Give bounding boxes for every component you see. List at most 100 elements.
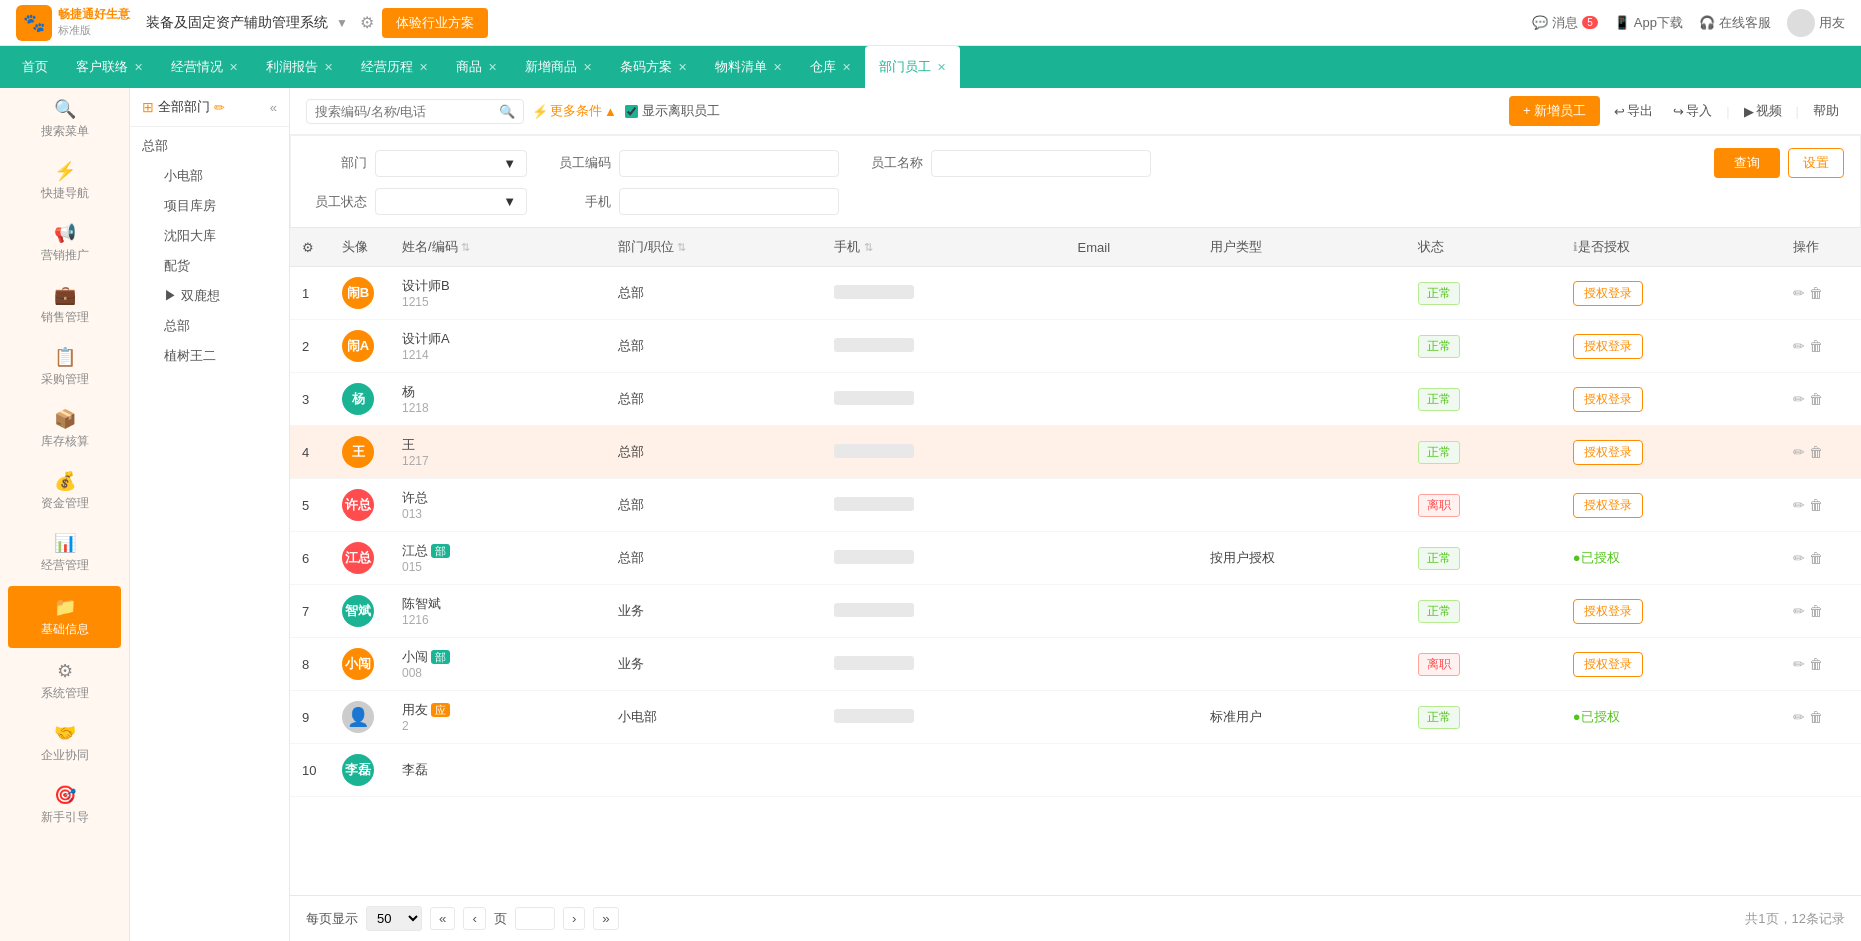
delete-button[interactable]: 🗑 xyxy=(1809,656,1823,672)
import-button[interactable]: ↪ 导入 xyxy=(1667,98,1718,124)
dept-edit-icon[interactable]: ✏ xyxy=(214,100,225,115)
close-tab-icon[interactable]: ✕ xyxy=(229,61,238,74)
query-button[interactable]: 查询 xyxy=(1714,148,1780,178)
sidebar-item-新手引导[interactable]: 🎯新手引导 xyxy=(0,774,129,836)
dept-tree-node[interactable]: 沈阳大库 xyxy=(130,221,289,251)
close-tab-icon[interactable]: ✕ xyxy=(488,61,497,74)
first-page-button[interactable]: « xyxy=(430,907,455,930)
more-filters-button[interactable]: ⚡ 更多条件 ▲ xyxy=(532,102,617,120)
dept-tree-node[interactable]: 项目库房 xyxy=(130,191,289,221)
delete-button[interactable]: 🗑 xyxy=(1809,285,1823,301)
close-tab-icon[interactable]: ✕ xyxy=(842,61,851,74)
view-button[interactable]: ▶ 视频 xyxy=(1738,98,1788,124)
nav-tab[interactable]: 商品✕ xyxy=(442,46,511,88)
sidebar-item-快捷导航[interactable]: ⚡快捷导航 xyxy=(0,150,129,212)
dept-tree-node[interactable]: 总部 xyxy=(130,311,289,341)
dept-tree-node[interactable]: ▶ 双鹿想 xyxy=(130,281,289,311)
close-tab-icon[interactable]: ✕ xyxy=(419,61,428,74)
close-tab-icon[interactable]: ✕ xyxy=(937,61,946,74)
next-page-button[interactable]: › xyxy=(563,907,585,930)
show-resigned-checkbox[interactable] xyxy=(625,105,638,118)
auth-login-button[interactable]: 授权登录 xyxy=(1573,334,1643,359)
nav-tab[interactable]: 仓库✕ xyxy=(796,46,865,88)
delete-button[interactable]: 🗑 xyxy=(1809,603,1823,619)
app-download-button[interactable]: 📱 App下载 xyxy=(1614,14,1683,32)
dept-tree-node[interactable]: 植树王二 xyxy=(130,341,289,371)
last-page-button[interactable]: » xyxy=(593,907,618,930)
sidebar-item-经营管理[interactable]: 📊经营管理 xyxy=(0,522,129,584)
system-dropdown-arrow[interactable]: ▼ xyxy=(336,16,348,30)
search-input[interactable] xyxy=(315,104,495,119)
emp-name-input[interactable] xyxy=(931,150,1151,177)
close-tab-icon[interactable]: ✕ xyxy=(324,61,333,74)
phone-input[interactable] xyxy=(619,188,839,215)
edit-button[interactable]: ✏ xyxy=(1793,338,1805,354)
edit-button[interactable]: ✏ xyxy=(1793,497,1805,513)
user-button[interactable]: 用友 xyxy=(1787,9,1845,37)
nav-tab[interactable]: 经营情况✕ xyxy=(157,46,252,88)
sidebar-item-基础信息[interactable]: 📁基础信息 xyxy=(8,586,121,648)
auth-login-button[interactable]: 授权登录 xyxy=(1573,493,1643,518)
gear-icon[interactable]: ⚙ xyxy=(360,13,374,32)
close-tab-icon[interactable]: ✕ xyxy=(773,61,782,74)
nav-tab[interactable]: 部门员工✕ xyxy=(865,46,960,88)
edit-button[interactable]: ✏ xyxy=(1793,656,1805,672)
delete-button[interactable]: 🗑 xyxy=(1809,709,1823,725)
auth-login-button[interactable]: 授权登录 xyxy=(1573,599,1643,624)
delete-button[interactable]: 🗑 xyxy=(1809,550,1823,566)
online-service-button[interactable]: 🎧 在线客服 xyxy=(1699,14,1771,32)
sidebar-item-资金管理[interactable]: 💰资金管理 xyxy=(0,460,129,522)
nav-tab[interactable]: 物料清单✕ xyxy=(701,46,796,88)
dept-tree-node[interactable]: 小电部 xyxy=(130,161,289,191)
sidebar-item-库存核算[interactable]: 📦库存核算 xyxy=(0,398,129,460)
trial-button[interactable]: 体验行业方案 xyxy=(382,8,488,38)
sidebar-item-营销推广[interactable]: 📢营销推广 xyxy=(0,212,129,274)
add-employee-button[interactable]: + 新增员工 xyxy=(1509,96,1600,126)
emp-status-select[interactable]: ▼ xyxy=(375,188,527,215)
col-phone[interactable]: 手机 ⇅ xyxy=(822,228,1066,267)
auth-login-button[interactable]: 授权登录 xyxy=(1573,281,1643,306)
edit-button[interactable]: ✏ xyxy=(1793,709,1805,725)
col-settings[interactable]: ⚙ xyxy=(290,228,330,267)
delete-button[interactable]: 🗑 xyxy=(1809,444,1823,460)
close-tab-icon[interactable]: ✕ xyxy=(134,61,143,74)
nav-tab[interactable]: 新增商品✕ xyxy=(511,46,606,88)
prev-page-button[interactable]: ‹ xyxy=(463,907,485,930)
page-size-select[interactable]: 50 100 xyxy=(366,906,422,931)
close-tab-icon[interactable]: ✕ xyxy=(678,61,687,74)
sidebar-item-采购管理[interactable]: 📋采购管理 xyxy=(0,336,129,398)
sidebar-item-搜索菜单[interactable]: 🔍搜索菜单 xyxy=(0,88,129,150)
col-name[interactable]: 姓名/编码 ⇅ xyxy=(390,228,606,267)
edit-button[interactable]: ✏ xyxy=(1793,603,1805,619)
close-tab-icon[interactable]: ✕ xyxy=(583,61,592,74)
auth-login-button[interactable]: 授权登录 xyxy=(1573,440,1643,465)
edit-button[interactable]: ✏ xyxy=(1793,444,1805,460)
edit-button[interactable]: ✏ xyxy=(1793,285,1805,301)
edit-button[interactable]: ✏ xyxy=(1793,391,1805,407)
delete-button[interactable]: 🗑 xyxy=(1809,497,1823,513)
nav-tab[interactable]: 客户联络✕ xyxy=(62,46,157,88)
auth-login-button[interactable]: 授权登录 xyxy=(1573,652,1643,677)
sidebar-item-企业协同[interactable]: 🤝企业协同 xyxy=(0,712,129,774)
dept-collapse-button[interactable]: « xyxy=(270,100,277,115)
export-button[interactable]: ↩ 导出 xyxy=(1608,98,1659,124)
col-dept[interactable]: 部门/职位 ⇅ xyxy=(606,228,822,267)
emp-code-input[interactable] xyxy=(619,150,839,177)
dept-tree-node[interactable]: 总部 xyxy=(130,131,289,161)
nav-tab[interactable]: 利润报告✕ xyxy=(252,46,347,88)
nav-tab[interactable]: 条码方案✕ xyxy=(606,46,701,88)
auth-login-button[interactable]: 授权登录 xyxy=(1573,387,1643,412)
sidebar-item-销售管理[interactable]: 💼销售管理 xyxy=(0,274,129,336)
set-button[interactable]: 设置 xyxy=(1788,148,1844,178)
delete-button[interactable]: 🗑 xyxy=(1809,338,1823,354)
page-number-input[interactable]: 1 xyxy=(515,907,555,930)
nav-tab[interactable]: 首页 xyxy=(8,46,62,88)
sidebar-item-系统管理[interactable]: ⚙系统管理 xyxy=(0,650,129,712)
message-button[interactable]: 💬 消息 5 xyxy=(1532,14,1598,32)
delete-button[interactable]: 🗑 xyxy=(1809,391,1823,407)
nav-tab[interactable]: 经营历程✕ xyxy=(347,46,442,88)
help-button[interactable]: 帮助 xyxy=(1807,98,1845,124)
dept-filter-select[interactable]: ▼ xyxy=(375,150,527,177)
edit-button[interactable]: ✏ xyxy=(1793,550,1805,566)
dept-tree-node[interactable]: 配货 xyxy=(130,251,289,281)
